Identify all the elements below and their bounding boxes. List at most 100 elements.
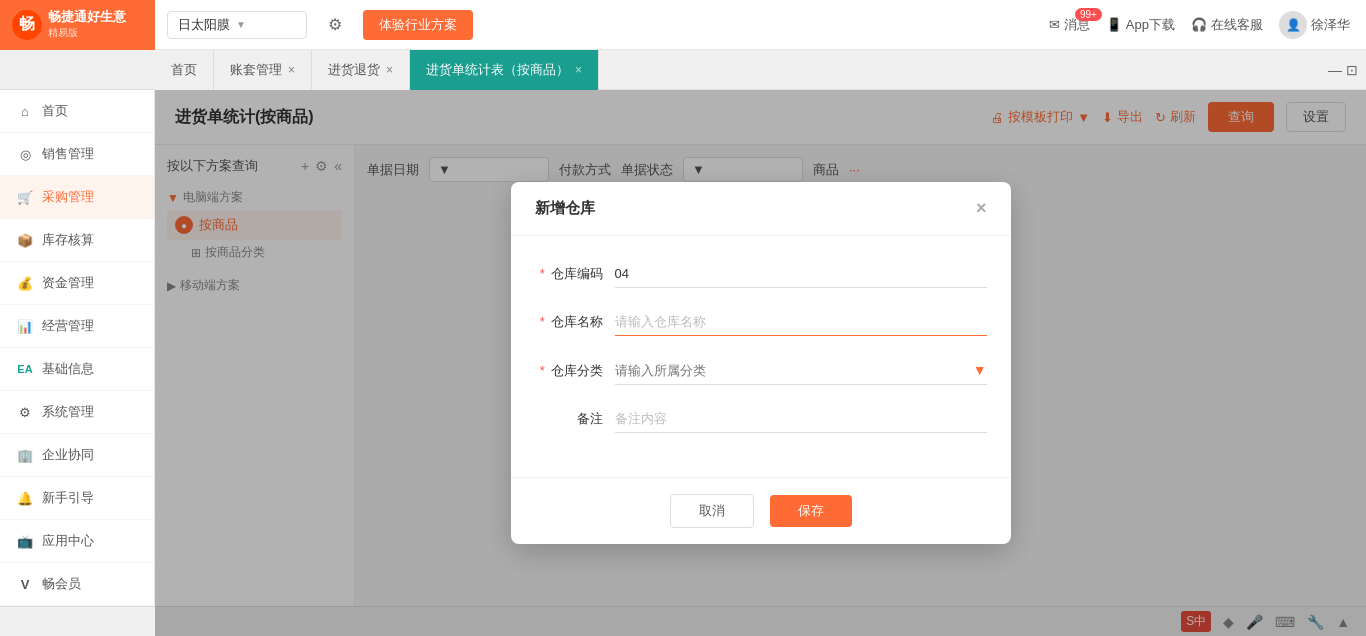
tab-purchase-return-close[interactable]: × [386, 63, 393, 77]
sidebar-guide-label: 新手引导 [42, 489, 94, 507]
save-button[interactable]: 保存 [770, 495, 852, 527]
sales-icon: ◎ [16, 145, 34, 163]
user-menu[interactable]: 👤 徐泽华 [1279, 11, 1350, 39]
sidebar-sales-label: 销售管理 [42, 145, 94, 163]
tab-prev-btn[interactable]: — [1328, 62, 1342, 78]
main-layout: ⌂ 首页 ◎ 销售管理 🛒 采购管理 📦 库存核算 💰 资金管理 📊 经营管理 … [0, 90, 1366, 636]
avatar: 👤 [1279, 11, 1307, 39]
form-row-name: 仓库名称 [535, 308, 987, 336]
modal-close-button[interactable]: × [976, 198, 987, 219]
category-select[interactable]: ▼ [615, 356, 987, 385]
category-arrow-icon: ▼ [973, 362, 987, 378]
mobile-icon: 📱 [1106, 17, 1122, 32]
home-icon: ⌂ [16, 102, 34, 120]
sidebar-item-sales[interactable]: ◎ 销售管理 [0, 133, 154, 176]
basic-icon: EA [16, 360, 34, 378]
message-badge: 99+ [1075, 8, 1102, 21]
tab-purchase-stat-label: 进货单统计表（按商品） [426, 61, 569, 79]
username: 徐泽华 [1311, 16, 1350, 34]
modal-header: 新增仓库 × [511, 182, 1011, 236]
sidebar: ⌂ 首页 ◎ 销售管理 🛒 采购管理 📦 库存核算 💰 资金管理 📊 经营管理 … [0, 90, 155, 636]
tab-purchase-return[interactable]: 进货退货 × [312, 50, 410, 90]
logo-area: 畅 畅捷通好生意 精易版 [0, 0, 155, 50]
tab-account-label: 账套管理 [230, 61, 282, 79]
cancel-button[interactable]: 取消 [670, 494, 754, 528]
purchase-icon: 🛒 [16, 188, 34, 206]
modal-new-warehouse: 新增仓库 × 仓库编码 仓库名称 [511, 182, 1011, 544]
sidebar-vip-label: 畅会员 [42, 575, 81, 593]
name-label: 仓库名称 [535, 313, 615, 331]
remark-input[interactable] [615, 405, 987, 433]
gear-button[interactable]: ⚙ [319, 9, 351, 41]
gear-icon: ⚙ [328, 15, 342, 34]
tab-bar: 首页 账套管理 × 进货退货 × 进货单统计表（按商品） × — ⊡ [0, 50, 1366, 90]
sidebar-system-label: 系统管理 [42, 403, 94, 421]
top-right-area: ✉ 消息 99+ 📱 App下载 🎧 在线客服 👤 徐泽华 [1049, 11, 1350, 39]
modal-footer: 取消 保存 [511, 477, 1011, 544]
modal-overlay: 新增仓库 × 仓库编码 仓库名称 [155, 90, 1366, 636]
tab-purchase-return-label: 进货退货 [328, 61, 380, 79]
sidebar-item-basic[interactable]: EA 基础信息 [0, 348, 154, 391]
form-row-category: 仓库分类 ▼ [535, 356, 987, 385]
message-icon: ✉ [1049, 17, 1060, 32]
modal-title: 新增仓库 [535, 199, 595, 218]
sidebar-item-finance[interactable]: 💰 资金管理 [0, 262, 154, 305]
sidebar-basic-label: 基础信息 [42, 360, 94, 378]
sidebar-item-enterprise[interactable]: 🏢 企业协同 [0, 434, 154, 477]
message-button[interactable]: ✉ 消息 99+ [1049, 16, 1090, 34]
remark-label: 备注 [535, 410, 615, 428]
operation-icon: 📊 [16, 317, 34, 335]
sidebar-item-vip[interactable]: V 畅会员 [0, 563, 154, 606]
sidebar-item-system[interactable]: ⚙ 系统管理 [0, 391, 154, 434]
code-label: 仓库编码 [535, 265, 615, 283]
tab-account[interactable]: 账套管理 × [214, 50, 312, 90]
store-name: 日太阳膜 [178, 16, 230, 34]
sidebar-purchase-label: 采购管理 [42, 188, 94, 206]
form-row-code: 仓库编码 [535, 260, 987, 288]
category-input[interactable] [615, 363, 973, 378]
guide-icon: 🔔 [16, 489, 34, 507]
headset-icon: 🎧 [1191, 17, 1207, 32]
apps-icon: 📺 [16, 532, 34, 550]
app-download-button[interactable]: 📱 App下载 [1106, 16, 1175, 34]
tab-expand-btn[interactable]: ⊡ [1346, 62, 1358, 78]
store-arrow-icon: ▼ [236, 19, 246, 30]
code-input[interactable] [615, 260, 987, 288]
system-icon: ⚙ [16, 403, 34, 421]
tab-home[interactable]: 首页 [155, 50, 214, 90]
enterprise-icon: 🏢 [16, 446, 34, 464]
name-input[interactable] [615, 308, 987, 336]
finance-icon: 💰 [16, 274, 34, 292]
content-area: 进货单统计(按商品) 🖨 按模板打印 ▼ ⬇ 导出 ↻ 刷新 查询 设置 [155, 90, 1366, 636]
sidebar-finance-label: 资金管理 [42, 274, 94, 292]
sidebar-item-operation[interactable]: 📊 经营管理 [0, 305, 154, 348]
sidebar-operation-label: 经营管理 [42, 317, 94, 335]
tab-purchase-stat[interactable]: 进货单统计表（按商品） × [410, 50, 599, 90]
sidebar-enterprise-label: 企业协同 [42, 446, 94, 464]
sidebar-item-apps[interactable]: 📺 应用中心 [0, 520, 154, 563]
logo-title: 畅捷通好生意 [48, 9, 126, 26]
sidebar-apps-label: 应用中心 [42, 532, 94, 550]
form-row-remark: 备注 [535, 405, 987, 433]
sidebar-item-home[interactable]: ⌂ 首页 [0, 90, 154, 133]
sidebar-item-purchase[interactable]: 🛒 采购管理 [0, 176, 154, 219]
online-service-button[interactable]: 🎧 在线客服 [1191, 16, 1263, 34]
tab-home-label: 首页 [171, 61, 197, 79]
online-service-label: 在线客服 [1211, 16, 1263, 34]
app-download-label: App下载 [1126, 16, 1175, 34]
top-bar: 畅 畅捷通好生意 精易版 日太阳膜 ▼ ⚙ 体验行业方案 ✉ 消息 99+ 📱 … [0, 0, 1366, 50]
tab-purchase-stat-close[interactable]: × [575, 63, 582, 77]
vip-icon: V [16, 575, 34, 593]
sidebar-inventory-label: 库存核算 [42, 231, 94, 249]
sidebar-item-guide[interactable]: 🔔 新手引导 [0, 477, 154, 520]
modal-body: 仓库编码 仓库名称 仓库分类 [511, 236, 1011, 477]
tab-controls: — ⊡ [1328, 62, 1366, 78]
category-label: 仓库分类 [535, 362, 615, 380]
sidebar-home-label: 首页 [42, 102, 68, 120]
inventory-icon: 📦 [16, 231, 34, 249]
sidebar-item-inventory[interactable]: 📦 库存核算 [0, 219, 154, 262]
tab-account-close[interactable]: × [288, 63, 295, 77]
logo-icon: 畅 [12, 10, 42, 40]
trial-button[interactable]: 体验行业方案 [363, 10, 473, 40]
store-selector[interactable]: 日太阳膜 ▼ [167, 11, 307, 39]
